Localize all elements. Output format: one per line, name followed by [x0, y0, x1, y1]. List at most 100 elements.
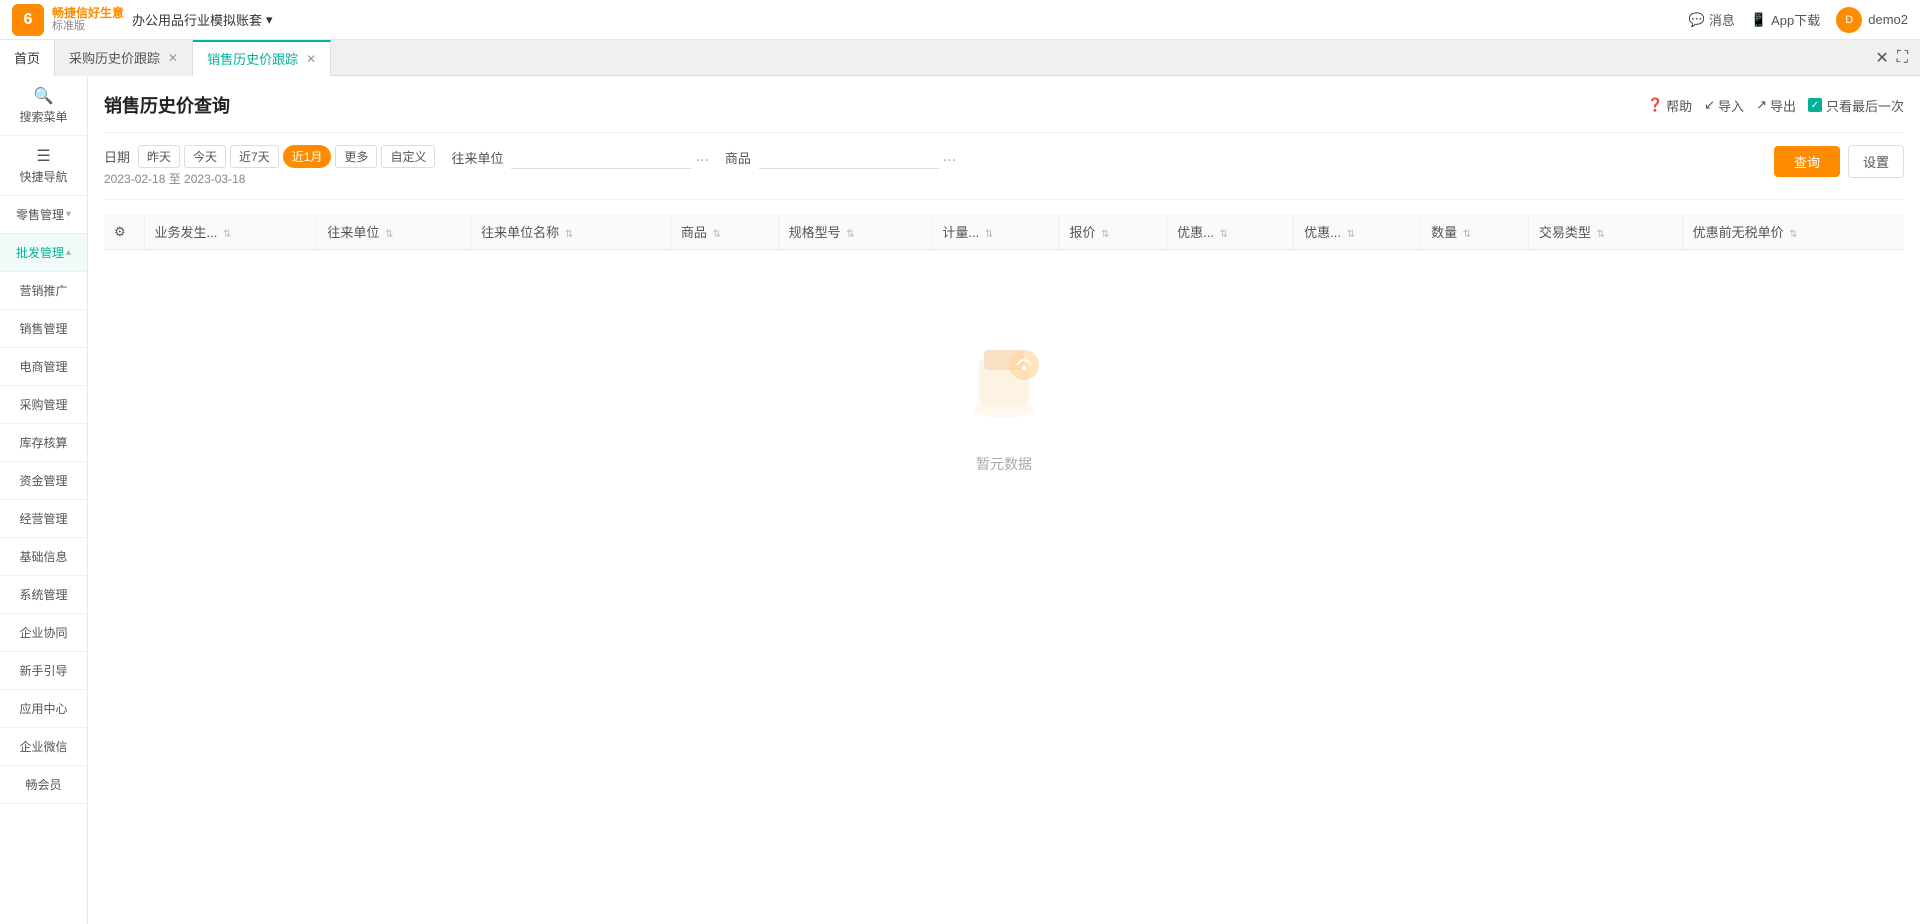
sidebar-item-wholesale[interactable]: 批发管理 ▴: [0, 234, 87, 272]
date-btn-yesterday[interactable]: 昨天: [138, 145, 180, 168]
sort-icon-biz-date: ⇅: [223, 229, 231, 240]
sidebar-item-finance[interactable]: 资金管理: [0, 462, 87, 500]
sidebar-item-basics[interactable]: 基础信息: [0, 538, 87, 576]
sales-history-tab-label: 销售历史价跟踪: [207, 49, 298, 68]
th-qty[interactable]: 数量 ⇅: [1421, 214, 1529, 250]
sidebar-item-enterprise-label: 企业协同: [19, 624, 67, 641]
th-price-no-tax[interactable]: 优惠前无税单价 ⇅: [1682, 214, 1904, 250]
th-discount1[interactable]: 优惠... ⇅: [1167, 214, 1294, 250]
sort-icon-spec: ⇅: [846, 229, 854, 240]
top-bar-left: 6 畅捷信好生意 标准版 办公用品行业模拟账套 ▾: [12, 4, 273, 36]
date-btn-7days[interactable]: 近7天: [230, 145, 279, 168]
sort-icon-price-no-tax: ⇅: [1789, 229, 1797, 240]
goods-filter-group: 商品 ...: [725, 145, 956, 169]
sort-icon-unit: ⇅: [985, 229, 993, 240]
sidebar-item-retail-label: 零售管理: [16, 206, 64, 223]
page-title: 销售历史价查询: [104, 92, 230, 118]
top-bar-right: 💬 消息 📱 App下载 D demo2: [1689, 7, 1908, 33]
sidebar-item-quick-nav[interactable]: ☰ 快捷导航: [0, 136, 87, 196]
sidebar-item-wechat[interactable]: 企业微信: [0, 728, 87, 766]
sidebar-item-guide-label: 新手引导: [19, 662, 67, 679]
export-btn[interactable]: ↗ 导出: [1756, 96, 1796, 115]
purchase-history-close-icon[interactable]: ✕: [168, 51, 178, 65]
sidebar-item-marketing-label: 营销推广: [19, 282, 67, 299]
goods-label: 商品: [725, 148, 751, 167]
sidebar-item-wholesale-label: 批发管理: [16, 244, 64, 261]
search-button[interactable]: 查询: [1774, 146, 1840, 177]
sidebar-item-operations[interactable]: 经营管理: [0, 500, 87, 538]
sidebar-item-search-menu[interactable]: 🔍 搜索菜单: [0, 76, 87, 136]
sidebar-item-system-label: 系统管理: [19, 586, 67, 603]
sidebar-item-retail[interactable]: 零售管理 ▾: [0, 196, 87, 234]
th-biz-date[interactable]: 业务发生... ⇅: [144, 214, 317, 250]
th-settings[interactable]: ⚙: [104, 214, 144, 250]
tab-sales-history[interactable]: 销售历史价跟踪 ✕: [193, 40, 331, 76]
tab-purchase-history[interactable]: 采购历史价跟踪 ✕: [55, 40, 193, 76]
sort-icon-trade-type: ⇅: [1597, 229, 1605, 240]
sidebar-item-wechat-label: 企业微信: [19, 738, 67, 755]
sidebar-item-member[interactable]: 畅会员: [0, 766, 87, 804]
wholesale-section: 批发管理 ▴: [16, 244, 71, 261]
table-header: ⚙ 业务发生... ⇅ 往来单位 ⇅ 往来单位名称: [104, 214, 1904, 250]
maximize-icon[interactable]: ⛶: [1897, 49, 1908, 67]
search-icon: 🔍: [34, 86, 54, 106]
date-options: 昨天 今天 近7天 近1月 更多 自定义: [138, 145, 435, 168]
date-btn-today[interactable]: 今天: [184, 145, 226, 168]
sort-icon-discount1: ⇅: [1220, 229, 1228, 240]
th-counterparty-name[interactable]: 往来单位名称 ⇅: [471, 214, 671, 250]
filter-bar: 日期 昨天 今天 近7天 近1月 更多 自定义 2023-02-18 至 202…: [104, 132, 1904, 200]
sidebar-item-apps[interactable]: 应用中心: [0, 690, 87, 728]
tab-home[interactable]: 首页: [0, 40, 55, 76]
sidebar-item-purchase[interactable]: 采购管理: [0, 386, 87, 424]
sidebar-item-finance-label: 资金管理: [19, 472, 67, 489]
help-btn[interactable]: ❓ 帮助: [1647, 96, 1692, 115]
user-area[interactable]: D demo2: [1836, 7, 1908, 33]
date-label: 日期: [104, 147, 130, 166]
sidebar-item-quick-nav-label: 快捷导航: [19, 168, 67, 185]
import-btn[interactable]: ↙ 导入: [1704, 96, 1744, 115]
th-discount2[interactable]: 优惠... ⇅: [1294, 214, 1421, 250]
tab-bar-actions: ✕ ⛶: [1875, 48, 1920, 68]
sales-history-close-icon[interactable]: ✕: [306, 52, 316, 66]
th-spec[interactable]: 规格型号 ⇅: [778, 214, 932, 250]
sidebar: 🔍 搜索菜单 ☰ 快捷导航 零售管理 ▾ 批发管理 ▴ 营销推广 销售管理 电商…: [0, 76, 88, 924]
sort-icon-quote: ⇅: [1101, 229, 1109, 240]
counterparty-input[interactable]: [511, 145, 691, 169]
sidebar-item-ecommerce[interactable]: 电商管理: [0, 348, 87, 386]
app-name: 畅捷信好生意: [52, 6, 124, 20]
date-btn-custom[interactable]: 自定义: [381, 145, 435, 168]
sidebar-item-enterprise[interactable]: 企业协同: [0, 614, 87, 652]
empty-text: 暂元数据: [976, 454, 1032, 474]
sidebar-item-marketing[interactable]: 营销推广: [0, 272, 87, 310]
close-all-tabs-icon[interactable]: ✕: [1875, 48, 1888, 68]
app-subtitle: 标准版: [52, 20, 124, 33]
sidebar-item-ecommerce-label: 电商管理: [19, 358, 67, 375]
sidebar-item-search-menu-label: 搜索菜单: [19, 108, 67, 125]
goods-input[interactable]: [759, 145, 939, 169]
date-btn-more[interactable]: 更多: [335, 145, 377, 168]
th-trade-type[interactable]: 交易类型 ⇅: [1528, 214, 1682, 250]
goods-dots-btn[interactable]: ...: [943, 148, 956, 166]
sort-icon-goods: ⇅: [712, 229, 720, 240]
th-quote[interactable]: 报价 ⇅: [1059, 214, 1167, 250]
date-btn-1month[interactable]: 近1月: [283, 145, 332, 168]
sidebar-item-sales-mgmt[interactable]: 销售管理: [0, 310, 87, 348]
sidebar-item-system[interactable]: 系统管理: [0, 576, 87, 614]
sidebar-item-inventory[interactable]: 库存核算: [0, 424, 87, 462]
download-icon: 📱: [1751, 12, 1767, 28]
counterparty-dots-btn[interactable]: ...: [695, 148, 708, 166]
nav-icon: ☰: [36, 146, 50, 166]
goods-input-group: ...: [759, 145, 956, 169]
th-goods[interactable]: 商品 ⇅: [670, 214, 778, 250]
sidebar-item-guide[interactable]: 新手引导: [0, 652, 87, 690]
app-download-btn[interactable]: 📱 App下载: [1751, 10, 1820, 29]
filter-actions: 查询 设置: [1774, 145, 1904, 178]
sidebar-item-purchase-label: 采购管理: [19, 396, 67, 413]
account-dropdown[interactable]: 办公用品行业模拟账套 ▾: [132, 10, 273, 29]
settings-button[interactable]: 设置: [1848, 145, 1904, 178]
message-btn[interactable]: 💬 消息: [1689, 10, 1735, 29]
th-unit[interactable]: 计量... ⇅: [932, 214, 1059, 250]
th-counterparty-code[interactable]: 往来单位 ⇅: [317, 214, 471, 250]
only-latest-checkbox[interactable]: ✓ 只看最后一次: [1808, 96, 1904, 115]
date-filter-group: 日期 昨天 今天 近7天 近1月 更多 自定义 2023-02-18 至 202…: [104, 145, 435, 187]
